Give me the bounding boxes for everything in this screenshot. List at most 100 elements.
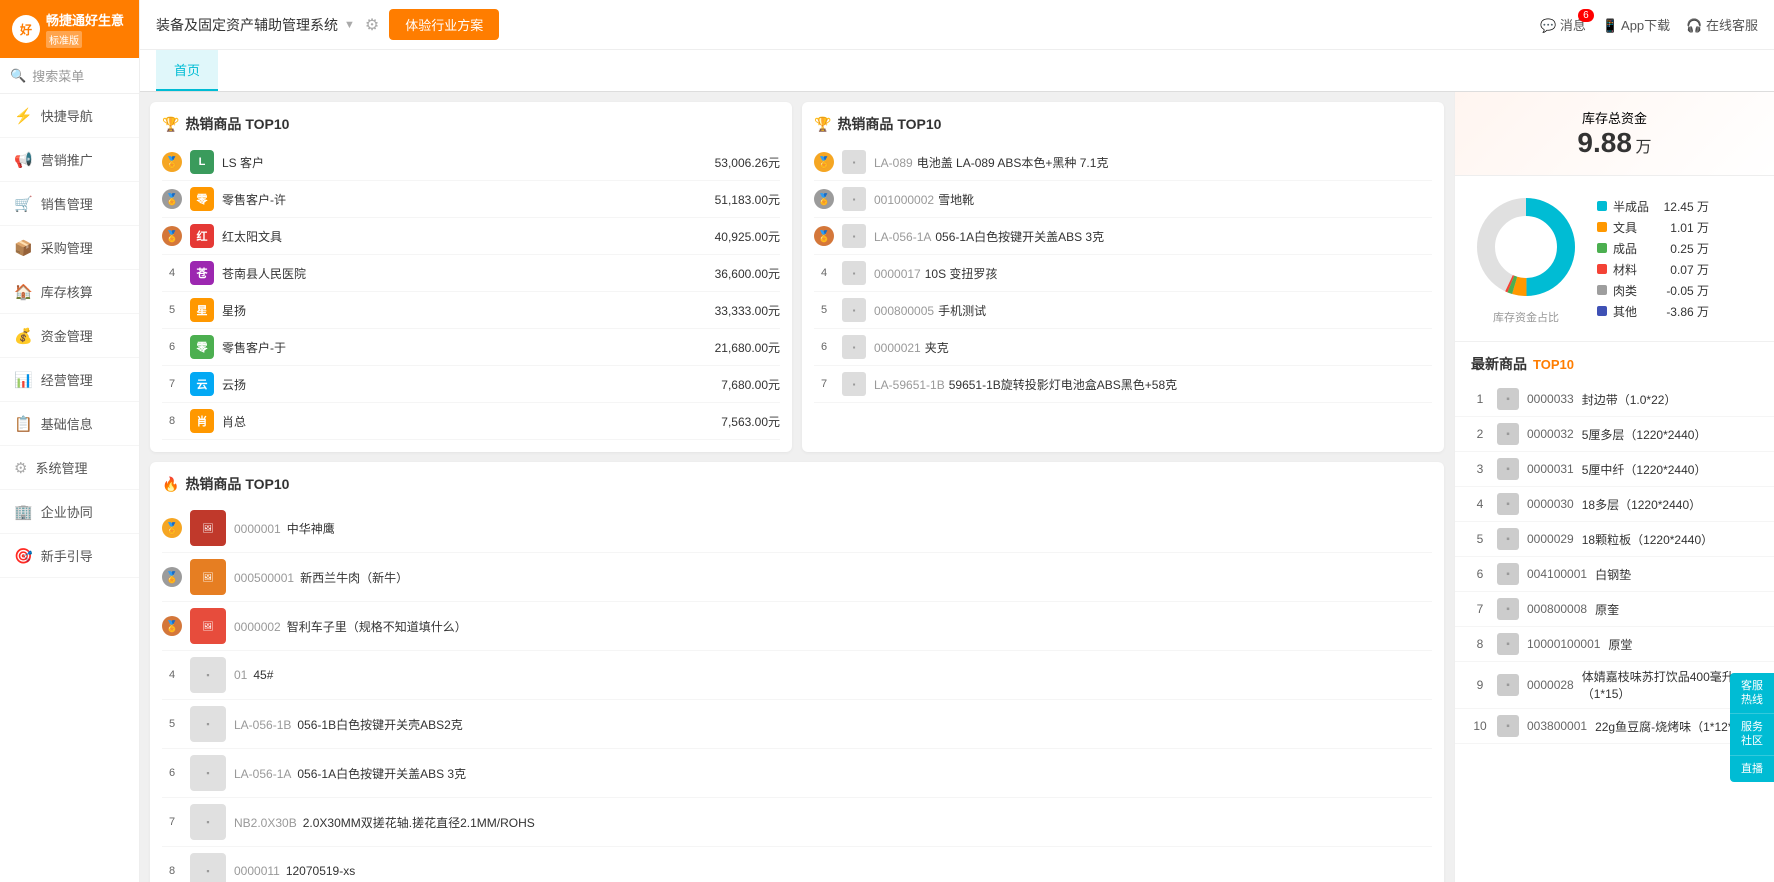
live-btn[interactable]: 直播 (1730, 756, 1774, 782)
rank-number: 8 (162, 861, 182, 881)
sidebar-item-purchase[interactable]: 📦采购管理 (0, 226, 139, 270)
product-icon: ▪ (1497, 715, 1519, 737)
list-item: 4 ▪ 000001710S 变扭罗孩 (814, 255, 1432, 292)
logo-text-wrap: 畅捷通好生意 标准版 (46, 10, 124, 48)
nav-icon-operations: 📊 (14, 371, 33, 389)
legend-item: 其他 -3.86 万 (1597, 303, 1709, 320)
rank-number: 🏅 (162, 616, 182, 636)
rank-number: 🏅 (814, 189, 834, 209)
hot-products-card: 🔥 热销商品 TOP10 🏅 🖼 0000001中华神鹰 🏅 🖼 0005000… (150, 462, 1444, 882)
sidebar-item-system[interactable]: ⚙系统管理 (0, 446, 139, 490)
product-name: 白钢垫 (1595, 566, 1758, 583)
sidebar-item-inventory[interactable]: 🏠库存核算 (0, 270, 139, 314)
customer-avatar: 肖 (190, 409, 214, 433)
service-community-btn[interactable]: 服务社区 (1730, 714, 1774, 756)
newest-badge: TOP10 (1533, 357, 1574, 372)
legend-dot (1597, 201, 1607, 211)
nav-icon-inventory: 🏠 (14, 283, 33, 301)
tab-home[interactable]: 首页 (156, 50, 218, 91)
rank-number: 🏅 (162, 189, 182, 209)
experience-btn[interactable]: 体验行业方案 (389, 9, 499, 40)
panels-wrap: 🏆 热销商品 TOP10 🏅 L LS 客户 53,006.26元 🏅 零 零售… (140, 92, 1774, 882)
headset-icon: 🎧 (1686, 18, 1702, 33)
customer-service-btn[interactable]: 客服热线 (1730, 673, 1774, 715)
top-customers-card: 🏆 热销商品 TOP10 🏅 L LS 客户 53,006.26元 🏅 零 零售… (150, 102, 792, 452)
legend-value: 0.25 万 (1659, 240, 1709, 257)
app-download-btn[interactable]: 📱 App下载 (1602, 15, 1670, 34)
rank-number: 4 (162, 665, 182, 685)
hot-product-img: ▪ (190, 853, 226, 882)
list-item: 4 苍 苍南县人民医院 36,600.00元 (162, 255, 780, 292)
product-img: ▪ (842, 150, 866, 174)
list-item: 5 ▪ 000800005手机测试 (814, 292, 1432, 329)
product-info: 0145# (234, 668, 1432, 682)
nav-icon-sales: 🛒 (14, 195, 33, 213)
rank-number: 7 (162, 812, 182, 832)
topbar: 装备及固定资产辅助管理系统 ▼ ⚙ 体验行业方案 💬 消息 6 📱 App下载 … (140, 0, 1774, 50)
product-img: ▪ (842, 261, 866, 285)
legend-label: 成品 (1613, 240, 1653, 257)
sidebar-item-finance[interactable]: 💰资金管理 (0, 314, 139, 358)
rank-number: 🏅 (162, 152, 182, 172)
customer-value: 36,600.00元 (715, 265, 780, 282)
hot-product-img: ▪ (190, 706, 226, 742)
product-info: 000500001新西兰牛肉（新牛） (234, 569, 1432, 586)
product-info: 000001112070519-xs (234, 864, 1432, 878)
sidebar-item-marketing[interactable]: 📢营销推广 (0, 138, 139, 182)
product-code: 0000033 (1527, 392, 1574, 406)
list-item: 🏅 ▪ LA-056-1A056-1A白色按键开关盖ABS 3克 (814, 218, 1432, 255)
sidebar-item-basic[interactable]: 📋基础信息 (0, 402, 139, 446)
list-item: 8 肖 肖总 7,563.00元 (162, 403, 780, 440)
list-item: 🏅 🖼 000500001新西兰牛肉（新牛） (162, 553, 1432, 602)
top-customers-list: 🏅 L LS 客户 53,006.26元 🏅 零 零售客户-许 51,183.0… (162, 144, 780, 440)
list-item: 5 ▪ 0000029 18颗粒板（1220*2440） (1455, 522, 1774, 557)
nav-label-operations: 经营管理 (41, 370, 93, 389)
rank-number: 🏅 (814, 152, 834, 172)
product-name: 18颗粒板（1220*2440） (1582, 531, 1758, 548)
product-code: 0000028 (1527, 678, 1574, 692)
sidebar-item-operations[interactable]: 📊 经营管理 (0, 358, 139, 402)
settings-icon[interactable]: ⚙ (365, 15, 379, 35)
list-item: 6 零 零售客户-于 21,680.00元 (162, 329, 780, 366)
list-item: 6 ▪ 004100001 白钢垫 (1455, 557, 1774, 592)
customer-name: 苍南县人民医院 (222, 265, 707, 282)
product-name: 5厘中纤（1220*2440） (1582, 461, 1758, 478)
nav-label-finance: 资金管理 (41, 326, 93, 345)
rank-number: 🏅 (162, 226, 182, 246)
hot-product-img: ▪ (190, 804, 226, 840)
product-icon: ▪ (1497, 388, 1519, 410)
dropdown-arrow-icon[interactable]: ▼ (344, 19, 355, 31)
sidebar-item-quick-nav[interactable]: ⚡快捷导航 (0, 94, 139, 138)
product-code: 0000031 (1527, 462, 1574, 476)
sidebar-nav: ⚡快捷导航📢营销推广🛒销售管理📦采购管理🏠库存核算💰资金管理 📊 经营管理 📋基础信息… (0, 94, 139, 578)
topbar-right: 💬 消息 6 📱 App下载 🎧 在线客服 (1540, 15, 1758, 34)
customer-avatar: 云 (190, 372, 214, 396)
sidebar-item-sales[interactable]: 🛒销售管理 (0, 182, 139, 226)
inventory-unit: 万 (1636, 139, 1652, 156)
sidebar-item-guide[interactable]: 🎯新手引导 (0, 534, 139, 578)
product-icon: ▪ (1497, 423, 1519, 445)
product-icon: ▪ (1497, 493, 1519, 515)
product-name: 5厘多层（1220*2440） (1582, 426, 1758, 443)
main-content: 装备及固定资产辅助管理系统 ▼ ⚙ 体验行业方案 💬 消息 6 📱 App下载 … (140, 0, 1774, 882)
list-item: 7 ▪ NB2.0X30B2.0X30MM双搓花轴.搓花直径2.1MM/ROHS (162, 798, 1432, 847)
customer-avatar: 苍 (190, 261, 214, 285)
notifications-btn[interactable]: 💬 消息 6 (1540, 15, 1586, 34)
product-info: 001000002雪地靴 (874, 191, 1432, 208)
sidebar-item-enterprise[interactable]: 🏢企业协同 (0, 490, 139, 534)
online-service-btn[interactable]: 🎧 在线客服 (1686, 15, 1758, 34)
sidebar-search[interactable]: 🔍 搜索菜单 (0, 58, 139, 94)
top-section: 🏆 热销商品 TOP10 🏅 L LS 客户 53,006.26元 🏅 零 零售… (150, 102, 1444, 452)
rank-number: 2 (1471, 427, 1489, 441)
customer-value: 51,183.00元 (715, 191, 780, 208)
rank-number: 5 (1471, 532, 1489, 546)
list-item: 7 ▪ 000800008 原奎 (1455, 592, 1774, 627)
inventory-amount: 9.88 (1577, 127, 1632, 158)
legend-dot (1597, 243, 1607, 253)
customer-avatar: 零 (190, 335, 214, 359)
inventory-total: 库存总资金 9.88 万 (1455, 92, 1774, 176)
nav-icon-quick-nav: ⚡ (14, 107, 33, 125)
list-item: 🏅 ▪ LA-089电池盖 LA-089 ABS本色+黑种 7.1克 (814, 144, 1432, 181)
legend-value: 1.01 万 (1659, 219, 1709, 236)
legend-label: 半成品 (1613, 198, 1653, 215)
